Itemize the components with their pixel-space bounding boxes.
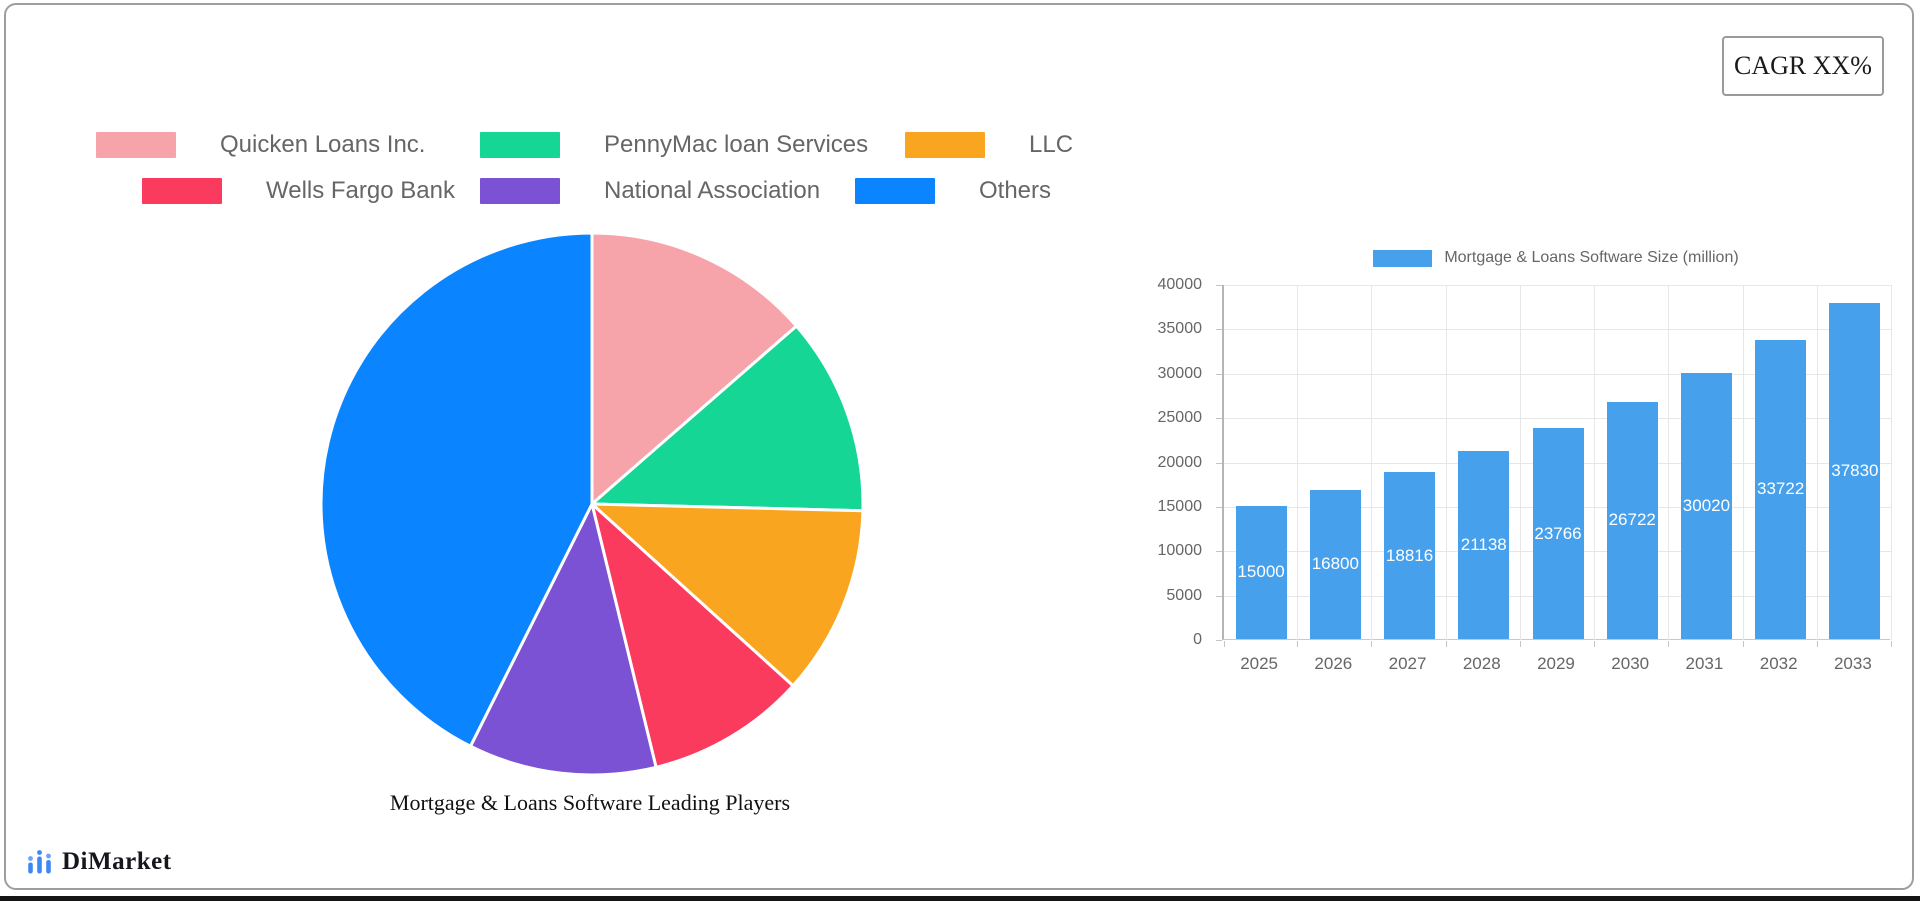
bar-value-label: 30020 bbox=[1682, 495, 1731, 515]
x-gridline bbox=[1519, 285, 1521, 640]
legend-swatch-pennymac bbox=[480, 132, 560, 158]
bar-2029[interactable]: 23766 bbox=[1532, 428, 1584, 639]
x-gridline bbox=[1816, 285, 1818, 640]
legend-swatch-others bbox=[855, 178, 935, 204]
y-gridline bbox=[1224, 285, 1892, 286]
x-gridline bbox=[1297, 285, 1299, 640]
x-tick-mark bbox=[1742, 641, 1744, 647]
y-tick-label: 40000 bbox=[1157, 276, 1203, 293]
legend-label: National Association bbox=[604, 177, 821, 204]
legend-label: PennyMac loan Services bbox=[604, 131, 869, 158]
y-tick-mark bbox=[1216, 640, 1222, 641]
x-tick-mark bbox=[1519, 641, 1521, 647]
x-tick-label: 2033 bbox=[1833, 654, 1872, 673]
y-tick-label: 20000 bbox=[1157, 453, 1203, 471]
x-tick-mark bbox=[1297, 641, 1299, 647]
legend-swatch-quicken-loans bbox=[96, 132, 176, 158]
x-gridline bbox=[1371, 285, 1373, 640]
x-gridline bbox=[1668, 285, 1670, 640]
bar-2028[interactable]: 21138 bbox=[1458, 451, 1510, 639]
bar-value-label: 18816 bbox=[1385, 545, 1434, 565]
legend-swatch-national-association bbox=[480, 178, 560, 204]
pie-chart-title: Mortgage & Loans Software Leading Player… bbox=[389, 790, 791, 815]
y-tick-mark bbox=[1216, 285, 1222, 286]
y-tick-label: 5000 bbox=[1166, 586, 1202, 604]
x-tick-mark bbox=[1445, 641, 1447, 647]
y-tick-label: 0 bbox=[1193, 631, 1202, 648]
x-tick-label: 2030 bbox=[1611, 654, 1650, 673]
legend-label: Wells Fargo Bank bbox=[266, 177, 455, 204]
legend-swatch-llc bbox=[905, 132, 985, 158]
bar-chart-x-axis: 2025 2026 2027 2028 2029 2030 2031 2032 2033 bbox=[1222, 654, 1890, 676]
bar-legend-label: Mortgage & Loans Software Size (million) bbox=[1444, 249, 1739, 266]
dimarket-bars-icon bbox=[28, 850, 51, 874]
x-gridline bbox=[1742, 285, 1744, 640]
y-tick-mark bbox=[1216, 373, 1222, 375]
bar-chart-legend[interactable]: Mortgage & Loans Software Size (million) bbox=[1222, 246, 1890, 270]
bottom-border bbox=[0, 896, 1920, 901]
bar-2025[interactable]: 15000 bbox=[1235, 505, 1287, 639]
legend-label: Quicken Loans Inc. bbox=[220, 131, 426, 158]
y-gridline bbox=[1224, 329, 1892, 331]
legend-label: LLC bbox=[1029, 131, 1074, 158]
bar-value-label: 33722 bbox=[1757, 479, 1805, 499]
x-tick-mark bbox=[1371, 641, 1373, 647]
x-tick-mark bbox=[1891, 641, 1892, 647]
bar-2033[interactable]: 37830 bbox=[1829, 303, 1881, 639]
x-gridline bbox=[1594, 285, 1596, 640]
y-tick-label: 35000 bbox=[1157, 320, 1203, 338]
x-tick-label: 2025 bbox=[1240, 654, 1279, 673]
cagr-badge: CAGR XX% bbox=[1722, 36, 1884, 96]
y-tick-mark bbox=[1216, 462, 1222, 464]
legend-item-quicken-loans[interactable]: Quicken Loans Inc. bbox=[96, 131, 425, 159]
x-tick-mark bbox=[1594, 641, 1596, 647]
x-tick-mark bbox=[1224, 641, 1225, 647]
bar-value-label: 21138 bbox=[1460, 535, 1507, 555]
x-tick-label: 2031 bbox=[1685, 654, 1724, 673]
legend-item-llc[interactable]: LLC bbox=[905, 131, 1073, 159]
legend-label: Others bbox=[979, 177, 1052, 204]
bar-value-label: 23766 bbox=[1534, 523, 1582, 543]
legend-item-wells-fargo[interactable]: Wells Fargo Bank bbox=[142, 177, 455, 205]
cagr-label: CAGR XX% bbox=[1734, 51, 1872, 80]
y-tick-label: 25000 bbox=[1157, 409, 1203, 427]
bar-2026[interactable]: 16800 bbox=[1309, 489, 1361, 639]
bar-value-label: 15000 bbox=[1237, 562, 1285, 582]
y-tick-label: 30000 bbox=[1157, 364, 1203, 382]
dimarket-logo-text: DiMarket bbox=[62, 848, 172, 875]
bar-2031[interactable]: 30020 bbox=[1680, 372, 1732, 639]
legend-item-pennymac[interactable]: PennyMac loan Services bbox=[480, 131, 868, 159]
y-tick-mark bbox=[1216, 551, 1222, 553]
bar-legend-swatch bbox=[1373, 249, 1433, 267]
x-gridline bbox=[1891, 285, 1892, 640]
x-tick-label: 2032 bbox=[1759, 654, 1798, 673]
x-tick-mark bbox=[1816, 641, 1818, 647]
legend-item-national-association[interactable]: National Association bbox=[480, 177, 820, 205]
y-tick-mark bbox=[1216, 418, 1222, 420]
x-tick-label: 2027 bbox=[1388, 654, 1427, 673]
y-tick-label: 15000 bbox=[1157, 497, 1203, 515]
pie-chart bbox=[319, 231, 865, 777]
x-tick-label: 2026 bbox=[1314, 654, 1353, 673]
x-gridline bbox=[1445, 285, 1447, 640]
y-tick-mark bbox=[1216, 595, 1222, 597]
bar-chart-plot-area: 15000 16800 18816 21138 23766 26722 30020 33722… bbox=[1216, 285, 1892, 647]
y-tick-mark bbox=[1216, 329, 1222, 331]
y-tick-label: 10000 bbox=[1157, 542, 1203, 560]
bar-value-label: 26722 bbox=[1608, 510, 1656, 530]
x-tick-label: 2028 bbox=[1462, 654, 1501, 673]
bar-2030[interactable]: 26722 bbox=[1606, 401, 1658, 639]
x-tick-label: 2029 bbox=[1537, 654, 1575, 673]
x-tick-mark bbox=[1668, 641, 1670, 647]
bar-chart-y-axis: 0 5000 10000 15000 20000 25000 30000 35000 40000 bbox=[1100, 276, 1212, 648]
bar-2032[interactable]: 33722 bbox=[1755, 339, 1807, 639]
bar-value-label: 16800 bbox=[1311, 554, 1359, 574]
legend-item-others[interactable]: Others bbox=[855, 177, 1051, 205]
y-tick-mark bbox=[1216, 506, 1222, 508]
legend-swatch-wells-fargo bbox=[142, 178, 222, 204]
bar-value-label: 37830 bbox=[1831, 461, 1879, 481]
bar-2027[interactable]: 18816 bbox=[1384, 472, 1436, 639]
dimarket-logo: DiMarket bbox=[26, 848, 172, 876]
